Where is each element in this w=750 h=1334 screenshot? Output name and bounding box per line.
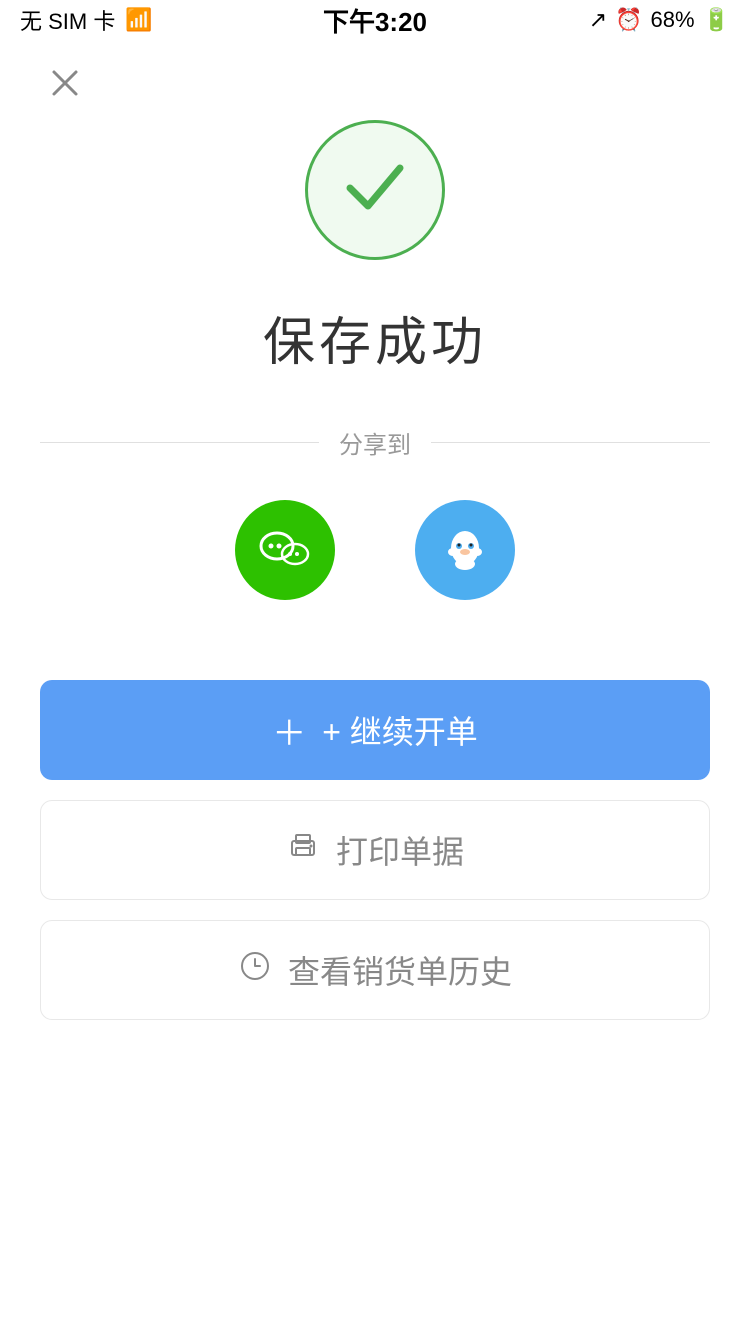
close-icon	[50, 68, 80, 98]
no-sim-text: 无 SIM 卡	[20, 4, 115, 36]
qq-icon	[435, 520, 495, 580]
history-button[interactable]: 查看销货单历史	[40, 920, 710, 1020]
wifi-icon: 📶	[125, 7, 152, 33]
checkmark-icon	[340, 150, 410, 231]
divider-section: 分享到	[0, 425, 750, 460]
history-label: 查看销货单历史	[288, 947, 512, 993]
battery-text: 68%	[651, 7, 695, 33]
share-row	[235, 500, 515, 600]
print-label: 打印单据	[336, 827, 464, 873]
action-buttons: ＋ + 继续开单 打印单据 查看销货单历	[0, 680, 750, 1020]
divider-left	[40, 442, 319, 443]
alarm-icon: ⏰	[615, 7, 642, 33]
print-button[interactable]: 打印单据	[40, 800, 710, 900]
main-content: 保存成功 分享到	[0, 40, 750, 1020]
printer-icon	[286, 829, 320, 872]
success-circle	[305, 120, 445, 260]
status-time: 下午3:20	[323, 2, 427, 39]
status-right: ↗ ⏰ 68% 🔋	[589, 7, 730, 33]
continue-label: + 继续开单	[322, 707, 478, 753]
location-icon: ↗	[589, 7, 607, 33]
success-title: 保存成功	[263, 300, 487, 375]
continue-button[interactable]: ＋ + 继续开单	[40, 680, 710, 780]
status-bar: 无 SIM 卡 📶 下午3:20 ↗ ⏰ 68% 🔋	[0, 0, 750, 40]
status-left: 无 SIM 卡 📶	[20, 4, 153, 36]
battery-icon: 🔋	[703, 7, 730, 33]
plus-icon: ＋	[272, 706, 306, 755]
history-icon	[238, 949, 272, 992]
divider-right	[431, 442, 710, 443]
close-button[interactable]	[40, 58, 90, 108]
wechat-icon	[255, 520, 315, 580]
share-qq-button[interactable]	[415, 500, 515, 600]
share-wechat-button[interactable]	[235, 500, 335, 600]
share-label: 分享到	[319, 425, 431, 460]
